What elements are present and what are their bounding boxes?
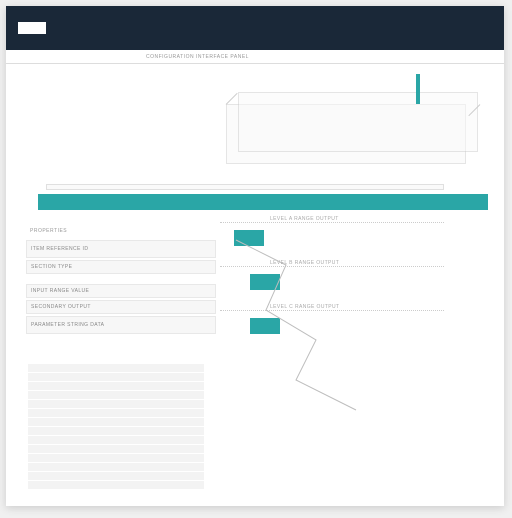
guide-label: LEVEL A RANGE OUTPUT: [270, 216, 339, 222]
chip-stack: [234, 230, 280, 362]
guide-line: [220, 222, 444, 223]
guide-label: LEVEL C RANGE OUTPUT: [270, 304, 340, 310]
chip-button[interactable]: [250, 318, 280, 334]
chip-button[interactable]: [250, 274, 280, 290]
form-row[interactable]: ITEM REFERENCE ID: [26, 240, 216, 258]
list-row[interactable]: [28, 418, 204, 427]
list-row[interactable]: [28, 427, 204, 436]
band-strip: [46, 184, 444, 190]
geom-marker[interactable]: [418, 74, 420, 104]
guide-label: LEVEL B RANGE OUTPUT: [270, 260, 339, 266]
titlebar: [6, 6, 504, 50]
title-chip[interactable]: [18, 22, 46, 34]
accent-band[interactable]: [38, 194, 488, 210]
canvas: LEVEL A RANGE OUTPUT LEVEL B RANGE OUTPU…: [6, 64, 504, 504]
list-panel: [28, 364, 204, 490]
list-row[interactable]: [28, 373, 204, 382]
list-row[interactable]: [28, 454, 204, 463]
list-row[interactable]: [28, 472, 204, 481]
list-row[interactable]: [28, 391, 204, 400]
geometry-preview: [226, 74, 486, 194]
list-row[interactable]: [28, 445, 204, 454]
list-row[interactable]: [28, 400, 204, 409]
list-row[interactable]: [28, 382, 204, 391]
form-header: PROPERTIES: [26, 228, 216, 238]
form-row[interactable]: PARAMETER STRING DATA: [26, 316, 216, 334]
list-row[interactable]: [28, 481, 204, 490]
form-row[interactable]: INPUT RANGE VALUE: [26, 284, 216, 298]
list-row[interactable]: [28, 409, 204, 418]
form-row[interactable]: SECTION TYPE: [26, 260, 216, 274]
list-row[interactable]: [28, 463, 204, 472]
form-row[interactable]: SECONDARY OUTPUT: [26, 300, 216, 314]
form-panel: PROPERTIES ITEM REFERENCE ID SECTION TYP…: [26, 228, 216, 336]
sub-header: CONFIGURATION INTERFACE PANEL: [6, 50, 504, 64]
list-row[interactable]: [28, 364, 204, 373]
app-window: CONFIGURATION INTERFACE PANEL LEVEL A RA…: [6, 6, 504, 506]
list-row[interactable]: [28, 436, 204, 445]
chip-button[interactable]: [234, 230, 264, 246]
geom-box-top: [238, 92, 478, 152]
